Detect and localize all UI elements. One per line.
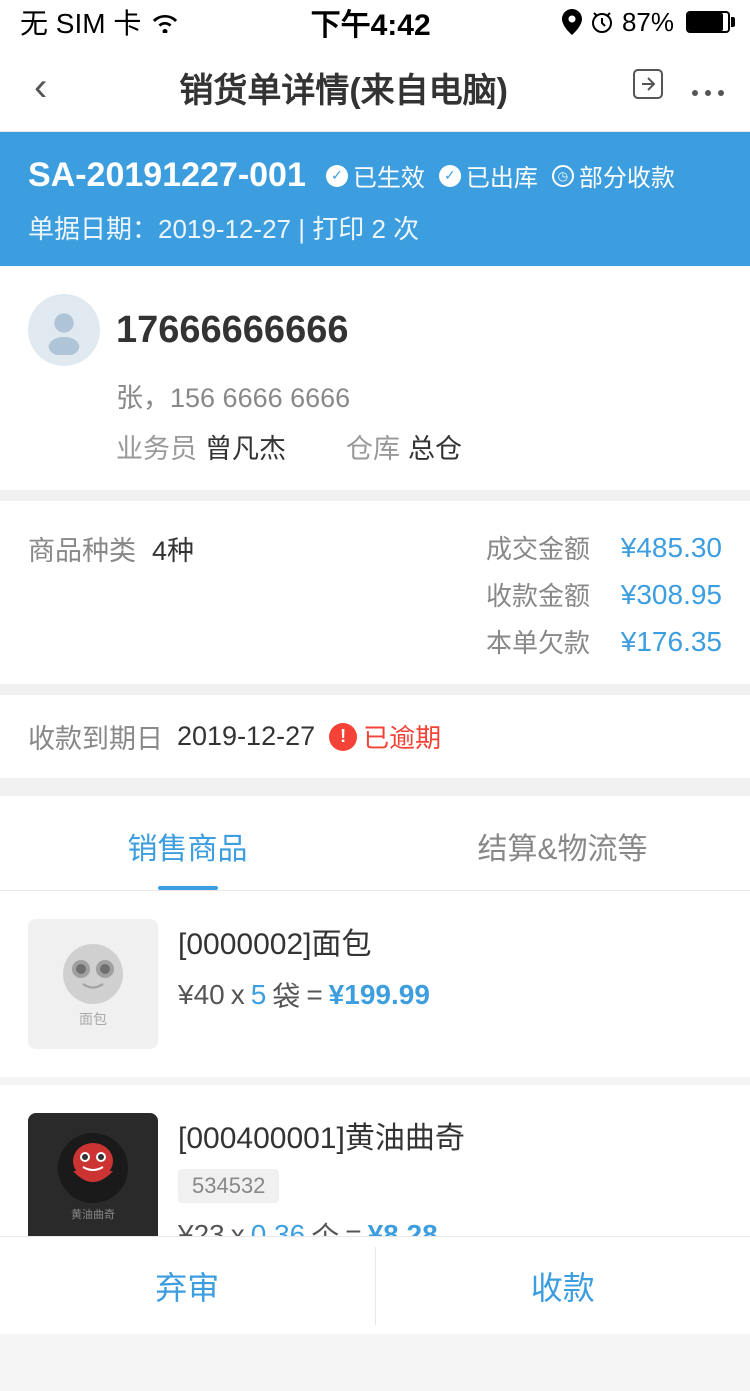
location-icon (562, 9, 582, 35)
product-image-1: 面包 (28, 919, 158, 1049)
status-badge-active: ✓ 已生效 (326, 158, 425, 193)
bottom-bar: 弃审 收款 (0, 1236, 750, 1334)
stats-section: 商品种类 4种 成交金额 ¥485.30 收款金额 ¥308.95 本单欠款 ¥… (0, 501, 750, 685)
receipt-amount-row: 收款金额 ¥308.95 (486, 576, 722, 613)
check-icon-active: ✓ (326, 165, 348, 187)
tab-settlement[interactable]: 结算&物流等 (375, 796, 750, 890)
customer-section: 17666666666 张，156 6666 6666 业务员 曾凡杰 仓库 总… (0, 266, 750, 491)
status-bar: 无 SIM 卡 下午4:42 87% (0, 0, 750, 44)
cancel-review-button[interactable]: 弃审 (0, 1247, 376, 1325)
table-row: 面包 [0000002]面包 ¥40 x 5 袋 = ¥199.99 (0, 891, 750, 1077)
tabs-row: 销售商品 结算&物流等 (0, 796, 750, 890)
overdue-text: 已逾期 (363, 718, 441, 755)
overdue-badge: ! 已逾期 (329, 718, 441, 755)
debt-amount-row: 本单欠款 ¥176.35 (486, 623, 722, 660)
avatar (28, 294, 100, 366)
status-badge-shipped: ✓ 已出库 (439, 158, 538, 193)
nav-bar: ‹ 销货单详情(来自电脑) (0, 44, 750, 132)
warehouse-item: 仓库 总仓 (346, 427, 462, 466)
status-badge-partial: ◷ 部分收款 (552, 158, 675, 193)
customer-meta: 业务员 曾凡杰 仓库 总仓 (116, 427, 722, 466)
product-info-2: [000400001]黄油曲奇 534532 ¥23 x 0.36 个 = ¥8… (178, 1113, 722, 1255)
product-image-2: 黄油曲奇 (28, 1113, 158, 1243)
status-bar-time: 下午4:42 (311, 0, 431, 44)
divider-2 (0, 685, 750, 695)
page-title: 销货单详情(来自电脑) (179, 63, 508, 112)
receive-payment-button[interactable]: 收款 (376, 1247, 750, 1325)
wifi-icon (151, 11, 179, 33)
tab-products[interactable]: 销售商品 (0, 796, 375, 890)
divider-1 (0, 491, 750, 501)
due-section: 收款到期日 2019-12-27 ! 已逾期 (0, 695, 750, 786)
customer-name-phone: 张，156 6666 6666 (116, 376, 722, 415)
order-date-row: 单据日期：2019-12-27 | 打印 2 次 (28, 209, 722, 246)
svg-text:黄油曲奇: 黄油曲奇 (71, 1207, 115, 1221)
overdue-icon: ! (329, 723, 357, 751)
product-price-row-1: ¥40 x 5 袋 = ¥199.99 (178, 975, 722, 1015)
alarm-icon (590, 9, 614, 35)
divider-3 (0, 786, 750, 796)
stats-category: 商品种类 4种 (28, 529, 194, 568)
customer-top: 17666666666 (28, 294, 722, 366)
status-bar-left: 无 SIM 卡 (20, 2, 179, 42)
check-icon-shipped: ✓ (439, 165, 461, 187)
order-id-row: SA-20191227-001 ✓ 已生效 ✓ 已出库 ◷ 部分收款 (28, 156, 722, 195)
order-id: SA-20191227-001 (28, 156, 306, 195)
deal-amount-row: 成交金额 ¥485.30 (486, 529, 722, 566)
status-badges: ✓ 已生效 ✓ 已出库 ◷ 部分收款 (326, 158, 675, 193)
customer-phone: 17666666666 (116, 309, 348, 352)
status-bar-right: 87% (562, 7, 730, 38)
salesperson-item: 业务员 曾凡杰 (116, 427, 286, 466)
order-header: SA-20191227-001 ✓ 已生效 ✓ 已出库 ◷ 部分收款 单据日期：… (0, 132, 750, 266)
product-sku-badge: 534532 (178, 1169, 279, 1203)
product-list: 面包 [0000002]面包 ¥40 x 5 袋 = ¥199.99 (0, 891, 750, 1283)
share-icon[interactable] (630, 66, 666, 110)
more-icon[interactable] (690, 69, 726, 106)
back-button[interactable]: ‹ (24, 55, 57, 120)
nav-actions (630, 66, 726, 110)
battery-text: 87% (622, 7, 674, 38)
clock-icon: ◷ (552, 165, 574, 187)
product-info-1: [0000002]面包 ¥40 x 5 袋 = ¥199.99 (178, 919, 722, 1015)
product-name-2: [000400001]黄油曲奇 (178, 1113, 722, 1157)
product-name-1: [0000002]面包 (178, 919, 722, 963)
svg-text:面包: 面包 (79, 1011, 107, 1027)
tabs-section: 销售商品 结算&物流等 (0, 796, 750, 891)
stats-amounts: 成交金额 ¥485.30 收款金额 ¥308.95 本单欠款 ¥176.35 (486, 529, 722, 660)
carrier-text: 无 SIM 卡 (20, 2, 141, 42)
battery-icon (686, 11, 730, 33)
